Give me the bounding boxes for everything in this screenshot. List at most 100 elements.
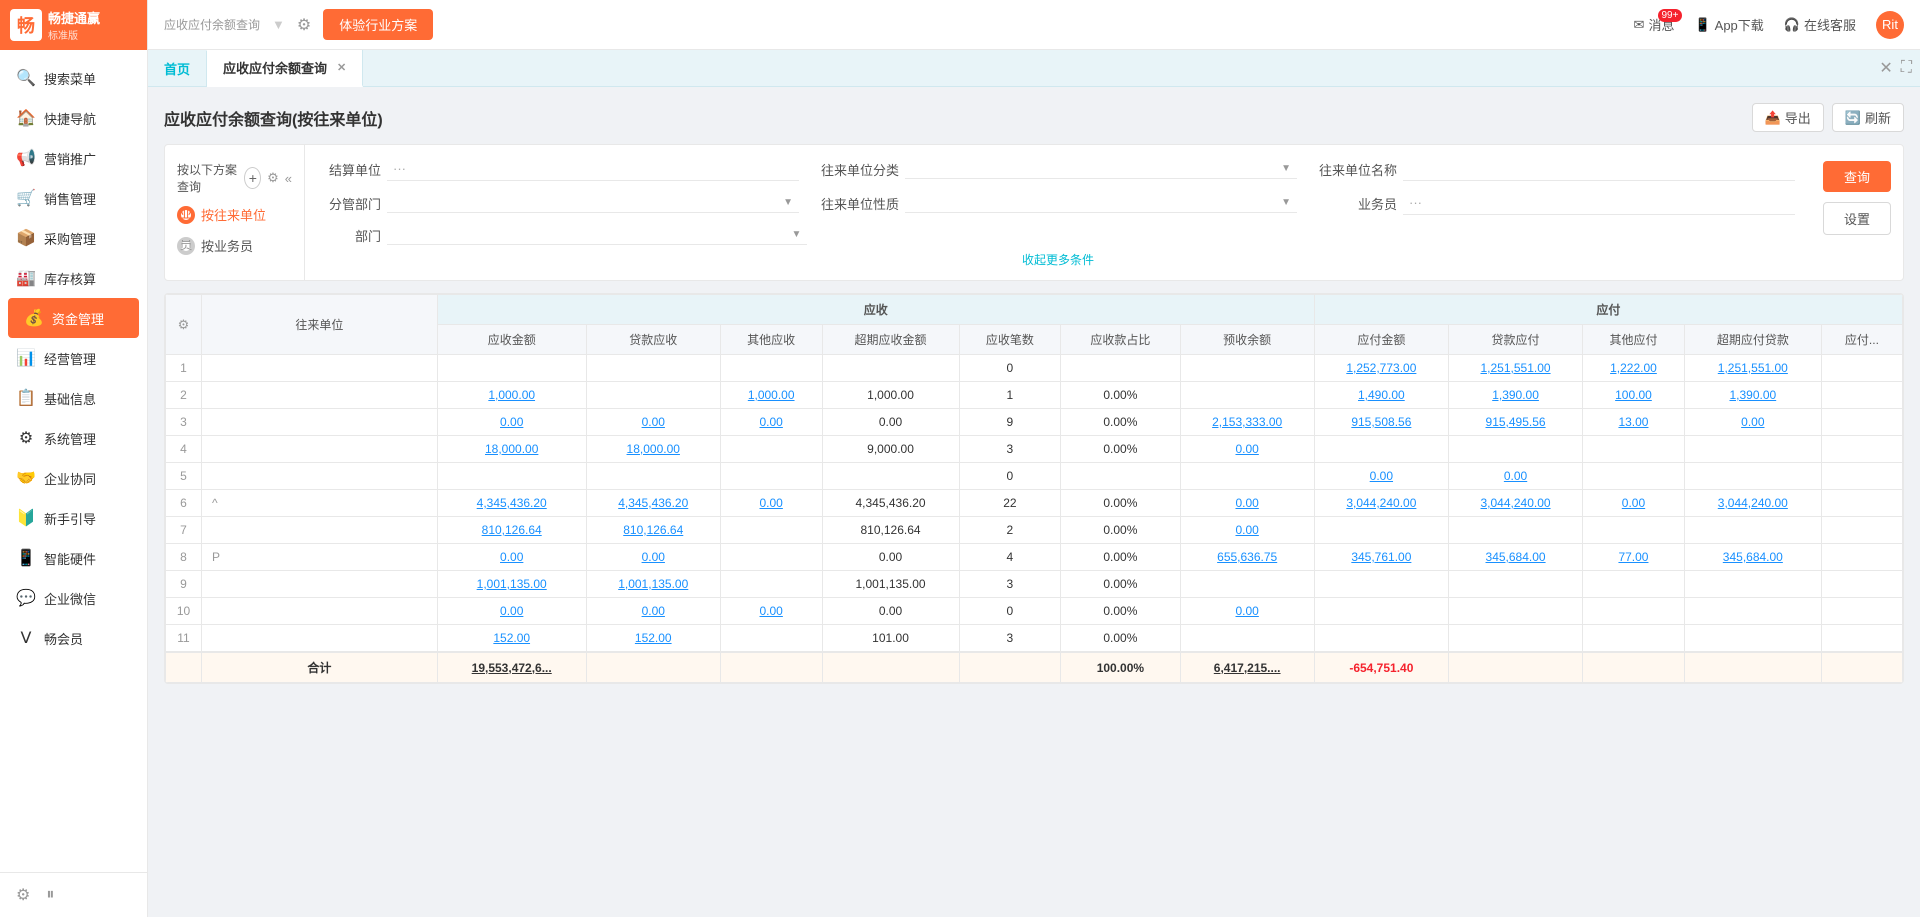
table-cell[interactable]: 810,126.64 xyxy=(437,517,586,544)
settings-btn[interactable]: 设置 xyxy=(1823,202,1891,235)
table-cell[interactable]: 0.00 xyxy=(720,409,822,436)
table-cell[interactable]: 13.00 xyxy=(1583,409,1685,436)
query-by-staff[interactable]: 员 按业务员 xyxy=(165,230,304,261)
table-cell[interactable]: 77.00 xyxy=(1583,544,1685,571)
th-settings[interactable]: ⚙ xyxy=(166,295,202,355)
sidebar-item-sales[interactable]: 🛒 销售管理 xyxy=(0,178,147,218)
table-cell[interactable]: 1,390.00 xyxy=(1684,382,1821,409)
table-cell[interactable]: 152.00 xyxy=(586,625,720,653)
table-cell[interactable]: 0.00 xyxy=(586,544,720,571)
table-container[interactable]: ⚙ 往来单位 应收 应付 应收金额 贷款应收 其他应收 超期应收金额 应收笔数 xyxy=(165,294,1903,683)
tab-close-all-icon[interactable]: ✕ xyxy=(1879,58,1892,78)
collapse-btn[interactable]: 收起更多条件 xyxy=(1022,253,1094,267)
table-cell[interactable]: 1,390.00 xyxy=(1448,382,1582,409)
user-avatar[interactable]: Rit xyxy=(1876,11,1904,39)
tab-fullscreen-icon[interactable]: ⛶ xyxy=(1901,59,1912,77)
table-cell[interactable]: 1,001,135.00 xyxy=(437,571,586,598)
table-cell[interactable]: 915,495.56 xyxy=(1448,409,1582,436)
sidebar-item-operations[interactable]: 📊 经营管理 xyxy=(0,338,147,378)
search-add-btn[interactable]: + xyxy=(244,167,261,189)
settings-icon[interactable]: ⚙ xyxy=(267,170,279,186)
unit-category-select[interactable]: ▼ xyxy=(905,159,1297,179)
message-btn[interactable]: ✉ 消息 99+ xyxy=(1634,15,1675,34)
table-cell[interactable]: 4,345,436.20 xyxy=(586,490,720,517)
table-cell[interactable]: 3,044,240.00 xyxy=(1314,490,1448,517)
table-cell[interactable]: 1,000.00 xyxy=(437,382,586,409)
table-cell[interactable]: 18,000.00 xyxy=(586,436,720,463)
table-cell[interactable]: 18,000.00 xyxy=(437,436,586,463)
unit-name-input[interactable] xyxy=(1403,157,1795,181)
table-cell[interactable]: 0.00 xyxy=(1180,517,1314,544)
table-cell[interactable]: 3,044,240.00 xyxy=(1684,490,1821,517)
table-cell[interactable]: 0.00 xyxy=(1314,463,1448,490)
table-cell[interactable]: 1,001,135.00 xyxy=(586,571,720,598)
sidebar-item-basic-info[interactable]: 📋 基础信息 xyxy=(0,378,147,418)
collapse-icon[interactable]: « xyxy=(285,171,292,186)
table-cell[interactable]: 1,251,551.00 xyxy=(1684,355,1821,382)
staff-input[interactable]: ··· xyxy=(1403,191,1795,215)
table-cell[interactable]: 0.00 xyxy=(437,409,586,436)
table-cell[interactable]: 345,761.00 xyxy=(1314,544,1448,571)
table-cell[interactable]: 655,636.75 xyxy=(1180,544,1314,571)
table-cell[interactable]: 0.00 xyxy=(1684,409,1821,436)
query-btn[interactable]: 查询 xyxy=(1823,161,1891,192)
table-cell[interactable]: 2,153,333.00 xyxy=(1180,409,1314,436)
table-cell[interactable]: 0.00 xyxy=(1448,463,1582,490)
sidebar-item-label: 快捷导航 xyxy=(44,109,96,128)
sidebar-item-member[interactable]: Ⅴ 畅会员 xyxy=(0,618,147,658)
tab-ar-ap[interactable]: 应收应付余额查询 ✕ xyxy=(207,50,363,87)
table-cell[interactable]: 0.00 xyxy=(437,598,586,625)
table-cell[interactable]: 0.00 xyxy=(720,598,822,625)
table-cell[interactable]: 810,126.64 xyxy=(586,517,720,544)
table-cell[interactable]: 345,684.00 xyxy=(1684,544,1821,571)
table-cell[interactable]: 152.00 xyxy=(437,625,586,653)
table-cell[interactable]: 1,252,773.00 xyxy=(1314,355,1448,382)
tab-close-icon[interactable]: ✕ xyxy=(337,61,346,74)
table-cell[interactable]: 345,684.00 xyxy=(1448,544,1582,571)
refresh-btn[interactable]: 🔄 刷新 xyxy=(1832,103,1904,132)
sidebar-item-marketing[interactable]: 📢 营销推广 xyxy=(0,138,147,178)
table-cell[interactable]: 0.00 xyxy=(586,409,720,436)
table-cell[interactable]: 0.00 xyxy=(586,598,720,625)
table-cell[interactable]: 1,222.00 xyxy=(1583,355,1685,382)
sidebar-item-system[interactable]: ⚙ 系统管理 xyxy=(0,418,147,458)
table-cell[interactable]: 0.00 xyxy=(1180,436,1314,463)
app-download-btn[interactable]: 📱 App下载 xyxy=(1694,15,1763,34)
settings-footer-icon[interactable]: ⚙ xyxy=(16,885,30,905)
export-btn[interactable]: 📤 导出 xyxy=(1752,103,1824,132)
table-cell[interactable]: 0.00 xyxy=(437,544,586,571)
tab-home[interactable]: 首页 xyxy=(148,51,207,86)
sidebar-item-quick-nav[interactable]: 🏠 快捷导航 xyxy=(0,98,147,138)
section-dept-select[interactable]: ▼ xyxy=(387,225,807,245)
settings-gear-icon[interactable]: ⚙ xyxy=(297,15,311,35)
dept-select[interactable]: ▼ xyxy=(387,193,799,213)
collapse-footer-icon[interactable]: ⏸ xyxy=(46,886,54,904)
jiesuan-input[interactable]: ··· xyxy=(387,157,799,181)
table-cell[interactable]: 0.00 xyxy=(1180,598,1314,625)
th-ap-more: 应付... xyxy=(1821,325,1902,355)
sidebar-item-guide[interactable]: 🔰 新手引导 xyxy=(0,498,147,538)
table-cell[interactable]: 0.00 xyxy=(720,490,822,517)
trial-btn[interactable]: 体验行业方案 xyxy=(323,9,433,40)
sidebar-item-smart-hardware[interactable]: 📱 智能硬件 xyxy=(0,538,147,578)
table-cell[interactable]: 1,251,551.00 xyxy=(1448,355,1582,382)
table-cell[interactable]: 4,345,436.20 xyxy=(437,490,586,517)
table-cell[interactable]: 1,490.00 xyxy=(1314,382,1448,409)
unit-nature-select[interactable]: ▼ xyxy=(905,193,1297,213)
table-cell xyxy=(822,355,959,382)
sidebar-item-inventory[interactable]: 🏭 库存核算 xyxy=(0,258,147,298)
table-cell[interactable]: 0.00 xyxy=(1583,490,1685,517)
sidebar-item-finance[interactable]: 💰 资金管理 xyxy=(8,298,139,338)
table-cell[interactable]: 0.00 xyxy=(1180,490,1314,517)
table-cell[interactable]: 1,000.00 xyxy=(720,382,822,409)
online-service-btn[interactable]: 🎧 在线客服 xyxy=(1784,15,1856,34)
sidebar-item-cooperation[interactable]: 🤝 企业协同 xyxy=(0,458,147,498)
table-cell[interactable]: 915,508.56 xyxy=(1314,409,1448,436)
table-cell[interactable]: 100.00 xyxy=(1583,382,1685,409)
table-settings-icon[interactable]: ⚙ xyxy=(178,317,190,332)
table-cell[interactable]: 3,044,240.00 xyxy=(1448,490,1582,517)
sidebar-item-purchase[interactable]: 📦 采购管理 xyxy=(0,218,147,258)
query-by-unit[interactable]: 业 按往来单位 xyxy=(165,199,304,230)
sidebar-item-search-menu[interactable]: 🔍 搜索菜单 xyxy=(0,58,147,98)
sidebar-item-wechat[interactable]: 💬 企业微信 xyxy=(0,578,147,618)
